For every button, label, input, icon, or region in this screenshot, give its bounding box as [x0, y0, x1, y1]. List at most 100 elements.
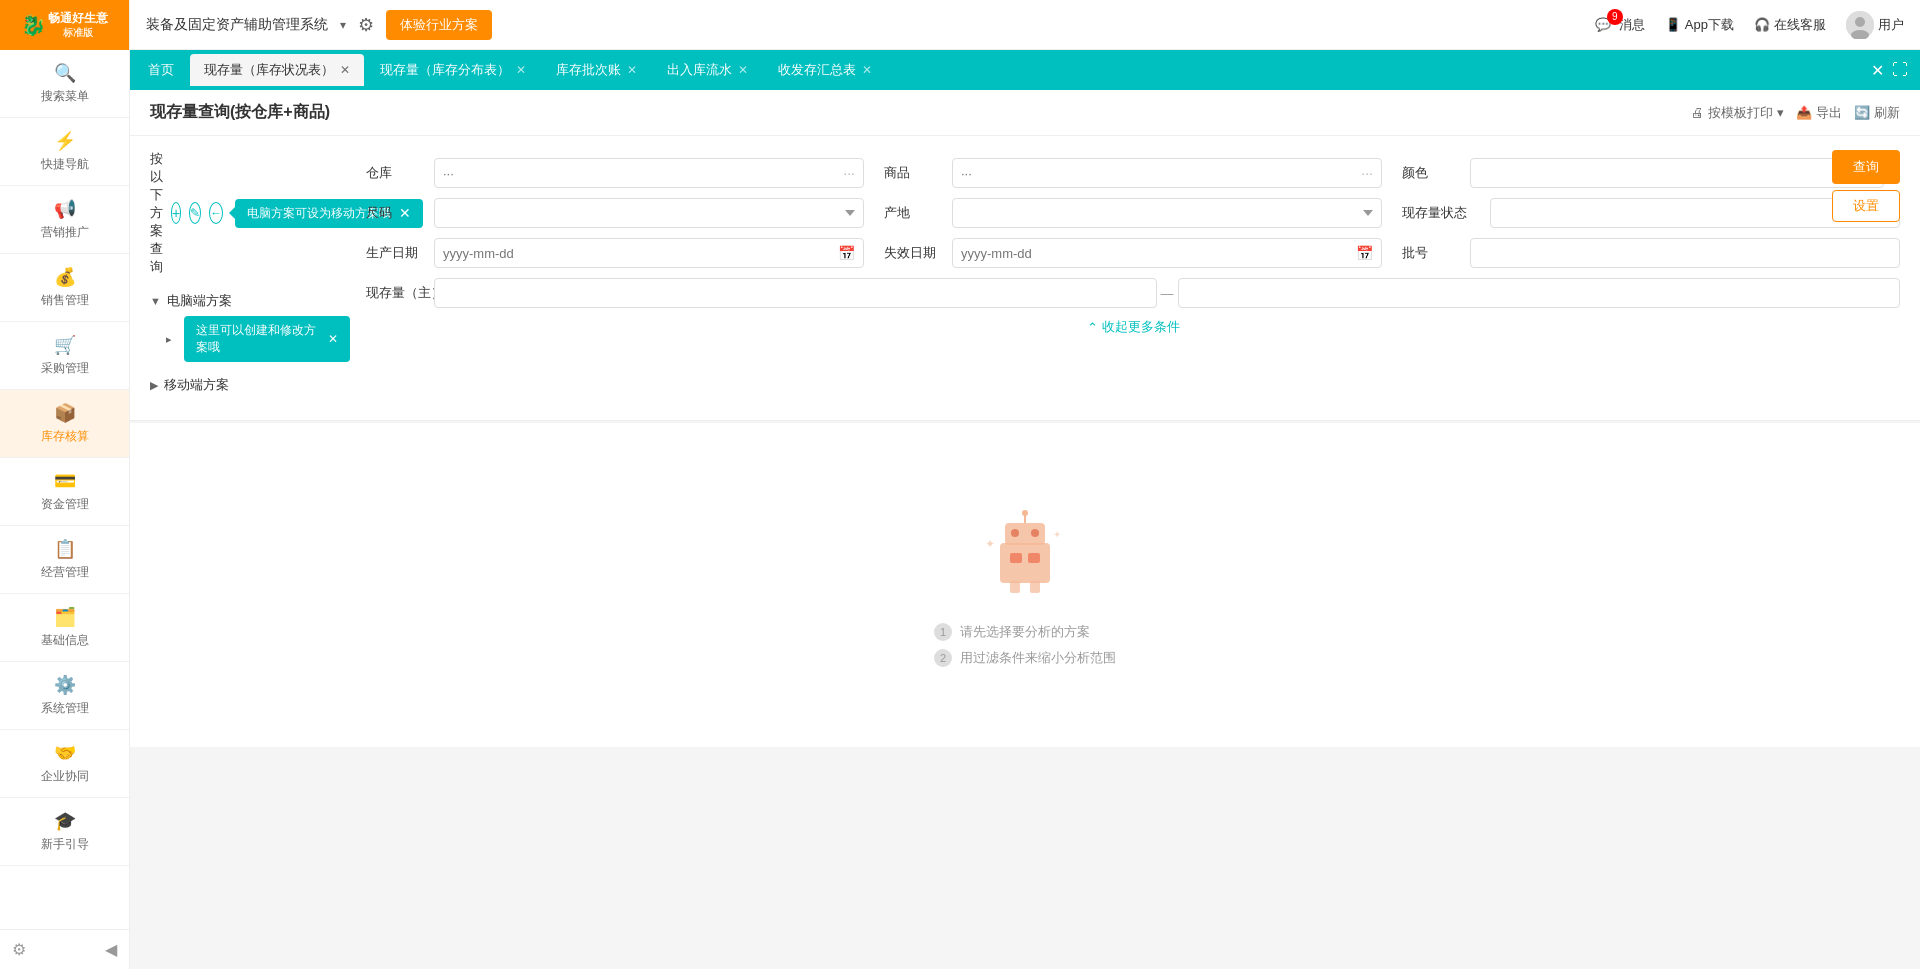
inventory-icon: 📦: [54, 402, 76, 424]
mobile-scheme-section: ▶ 移动端方案: [150, 372, 350, 398]
message-item[interactable]: 💬 9 消息: [1595, 16, 1645, 34]
sidebar-item-business[interactable]: 📋 经营管理: [0, 526, 129, 594]
tab-home[interactable]: 首页: [134, 54, 188, 86]
stock-qty-max[interactable]: [1178, 278, 1901, 308]
stock-qty-min[interactable]: [434, 278, 1157, 308]
tab-inventory-status[interactable]: 现存量（库存状况表） ✕: [190, 54, 364, 86]
export-label: 导出: [1816, 104, 1842, 122]
hint-text-1: 请先选择要分析的方案: [960, 623, 1090, 641]
product-input-wrap: ···: [952, 158, 1382, 188]
tab-inventory-dist[interactable]: 现存量（库存分布表） ✕: [366, 54, 540, 86]
print-button[interactable]: 🖨 按模板打印 ▾: [1691, 104, 1784, 122]
sidebar-item-base[interactable]: 🗂️ 基础信息: [0, 594, 129, 662]
sidebar-item-search[interactable]: 🔍 搜索菜单: [0, 50, 129, 118]
prod-date-calendar-icon[interactable]: 📅: [838, 245, 855, 261]
topbar: 装备及固定资产辅助管理系统 ▾ ⚙ 体验行业方案 💬 9 消息 📱 App下载 …: [130, 0, 1920, 50]
tab-receipt-summary[interactable]: 收发存汇总表 ✕: [764, 54, 886, 86]
sidebar-item-newbie[interactable]: 🎓 新手引导: [0, 798, 129, 866]
svg-rect-5: [1028, 553, 1040, 563]
size-select[interactable]: [434, 198, 864, 228]
pc-scheme-expand-icon[interactable]: ▼: [150, 295, 161, 307]
sidebar-item-inventory[interactable]: 📦 库存核算: [0, 390, 129, 458]
tab-in-out-flow[interactable]: 出入库流水 ✕: [653, 54, 762, 86]
pc-scheme-label[interactable]: 电脑端方案: [167, 292, 232, 310]
sidebar-item-finance[interactable]: 💳 资金管理: [0, 458, 129, 526]
sidebar-item-quick-nav[interactable]: ⚡ 快捷导航: [0, 118, 129, 186]
mobile-scheme-expand-icon[interactable]: ▶: [150, 379, 158, 392]
app-download-item[interactable]: 📱 App下载: [1665, 16, 1734, 34]
expire-date-calendar-icon[interactable]: 📅: [1356, 245, 1373, 261]
filter-grid-row3: 生产日期 📅 失效日期 📅: [366, 238, 1900, 268]
query-button[interactable]: 查询: [1832, 150, 1900, 184]
tab-inventory-dist-close[interactable]: ✕: [516, 63, 526, 77]
mobile-scheme-label[interactable]: 移动端方案: [164, 376, 229, 394]
empty-state: ✦ ✦ 1 请先选择要分析的方案 2 用过滤条件来缩小分析范围: [130, 423, 1920, 747]
tab-in-out-flow-close[interactable]: ✕: [738, 63, 748, 77]
prod-date-input[interactable]: [443, 246, 834, 261]
add-scheme-button[interactable]: +: [171, 202, 181, 224]
expire-date-input-wrap: 📅: [952, 238, 1382, 268]
edit-scheme-button[interactable]: ✎: [189, 202, 201, 224]
expire-date-input[interactable]: [961, 246, 1352, 261]
trial-button[interactable]: 体验行业方案: [386, 10, 492, 40]
filter-size: 尺码: [366, 198, 864, 228]
sales-icon: 💰: [54, 266, 76, 288]
tooltip2-close[interactable]: ✕: [328, 332, 338, 346]
business-icon: 📋: [54, 538, 76, 560]
sidebar-item-enterprise[interactable]: 🤝 企业协同: [0, 730, 129, 798]
tooltip2-text: 这里可以创建和修改方案哦: [196, 322, 320, 356]
tab-inventory-status-label: 现存量（库存状况表）: [204, 61, 334, 79]
online-support-item[interactable]: 🎧 在线客服: [1754, 16, 1826, 34]
filter-prod-date: 生产日期 📅: [366, 238, 864, 268]
color-select[interactable]: [1470, 158, 1884, 188]
settings-icon[interactable]: ⚙: [358, 14, 374, 36]
warehouse-dots-icon[interactable]: ···: [843, 165, 855, 181]
product-dots-icon[interactable]: ···: [1361, 165, 1373, 181]
filter-row-header: 按以下方案查询 + ✎ ← 电脑方案可设为移动方案哦 ✕: [150, 150, 350, 276]
sidebar-item-purchase[interactable]: 🛒 采购管理: [0, 322, 129, 390]
user-item[interactable]: 用户: [1846, 11, 1904, 39]
empty-hints: 1 请先选择要分析的方案 2 用过滤条件来缩小分析范围: [934, 623, 1116, 667]
product-input[interactable]: [961, 166, 1357, 181]
pc-scheme-item: ▸ 这里可以创建和修改方案哦 ✕: [150, 314, 350, 364]
tab-batch-account-close[interactable]: ✕: [627, 63, 637, 77]
sidebar-item-marketing[interactable]: 📢 营销推广: [0, 186, 129, 254]
tab-receipt-summary-close[interactable]: ✕: [862, 63, 872, 77]
batch-no-input[interactable]: [1470, 238, 1900, 268]
filter-fields-area: 仓库 ··· 商品 ···: [366, 150, 1900, 340]
filter-area: 按以下方案查询 + ✎ ← 电脑方案可设为移动方案哦 ✕: [130, 136, 1920, 421]
more-conditions-label: 收起更多条件: [1102, 318, 1180, 336]
left-arrow-button[interactable]: ←: [209, 202, 223, 224]
print-chevron-icon: ▾: [1777, 105, 1784, 120]
stock-qty-range: —: [434, 278, 1900, 308]
warehouse-input[interactable]: [443, 166, 839, 181]
more-conditions[interactable]: ⌃ 收起更多条件: [366, 308, 1900, 340]
finance-icon: 💳: [54, 470, 76, 492]
expire-date-label: 失效日期: [884, 244, 944, 262]
reset-button[interactable]: 设置: [1832, 190, 1900, 222]
settings-bottom-icon[interactable]: ⚙: [12, 940, 26, 959]
close-all-tabs-button[interactable]: ✕: [1871, 61, 1884, 80]
base-icon: 🗂️: [54, 606, 76, 628]
print-icon: 🖨: [1691, 105, 1704, 120]
system-icon: ⚙️: [54, 674, 76, 696]
tab-inventory-status-close[interactable]: ✕: [340, 63, 350, 77]
fullscreen-button[interactable]: ⛶: [1892, 61, 1908, 79]
user-label: 用户: [1878, 16, 1904, 34]
svg-point-10: [1022, 510, 1028, 516]
origin-label: 产地: [884, 204, 944, 222]
sidebar: 🐉 畅通好生意 标准版 🔍 搜索菜单 ⚡ 快捷导航 📢 营销推广 💰 销售管理 …: [0, 0, 130, 969]
collapse-sidebar-icon[interactable]: ◀: [105, 940, 117, 959]
filter-color: 颜色 ···: [1402, 158, 1900, 188]
sidebar-item-system[interactable]: ⚙️ 系统管理: [0, 662, 129, 730]
refresh-button[interactable]: 🔄 刷新: [1854, 104, 1900, 122]
size-label: 尺码: [366, 204, 426, 222]
main-area: 装备及固定资产辅助管理系统 ▾ ⚙ 体验行业方案 💬 9 消息 📱 App下载 …: [130, 0, 1920, 969]
system-dropdown[interactable]: ▾: [340, 18, 346, 32]
tab-batch-account[interactable]: 库存批次账 ✕: [542, 54, 651, 86]
filter-warehouse: 仓库 ···: [366, 158, 864, 188]
sidebar-item-sales[interactable]: 💰 销售管理: [0, 254, 129, 322]
empty-hint-1: 1 请先选择要分析的方案: [934, 623, 1116, 641]
origin-select[interactable]: [952, 198, 1382, 228]
export-button[interactable]: 📤 导出: [1796, 104, 1842, 122]
